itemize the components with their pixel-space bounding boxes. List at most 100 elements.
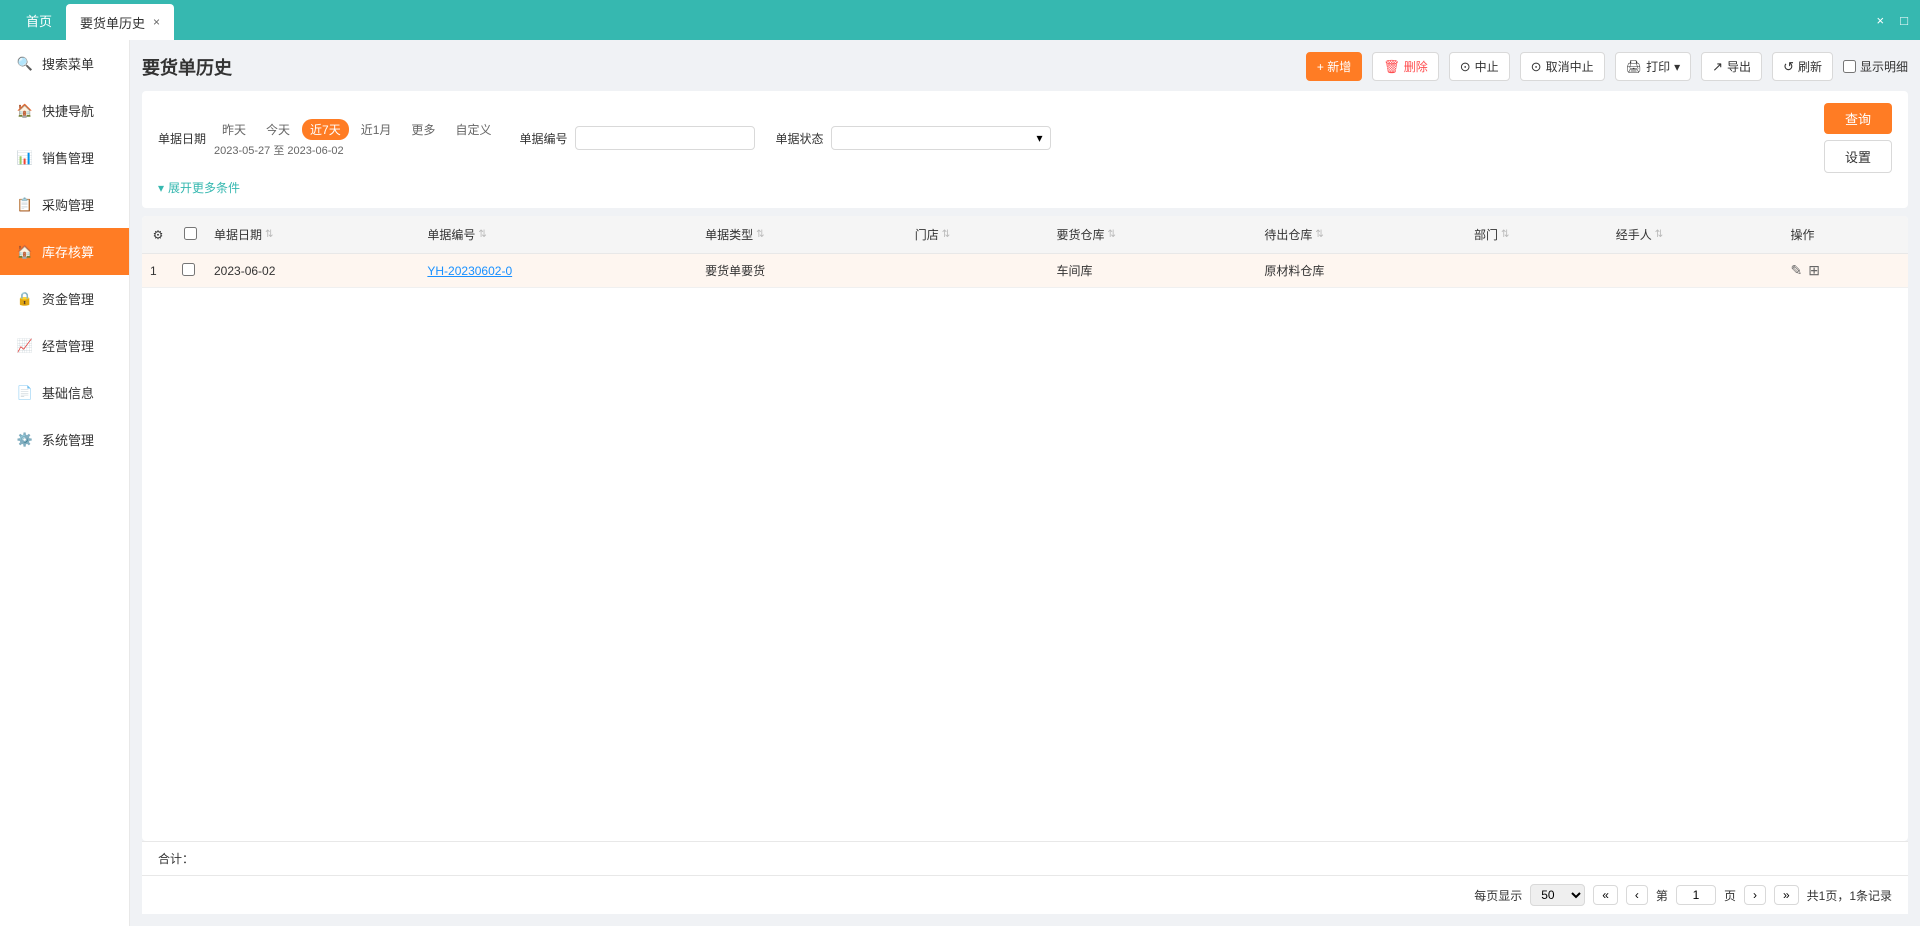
th-dept[interactable]: 部门 ⇅: [1466, 216, 1608, 254]
shortcut-today[interactable]: 今天: [258, 119, 298, 140]
display-detail-label: 显示明细: [1860, 58, 1908, 75]
sidebar-item-operations-label: 经营管理: [42, 336, 94, 355]
row-select-checkbox[interactable]: [182, 263, 195, 276]
th-pending-warehouse[interactable]: 待出仓库 ⇅: [1256, 216, 1466, 254]
page-input[interactable]: [1676, 885, 1716, 905]
cancel-stop-button[interactable]: ⊙ 取消中止: [1520, 52, 1605, 81]
sidebar-item-search-menu[interactable]: 🔍 搜索菜单: [0, 40, 129, 87]
first-page-button[interactable]: «: [1593, 885, 1618, 905]
row-dept: [1466, 254, 1608, 288]
shortcut-custom[interactable]: 自定义: [447, 119, 499, 140]
refresh-button-label: 刷新: [1798, 58, 1822, 75]
print-button[interactable]: 🖨 打印 ▾: [1615, 52, 1692, 81]
sidebar: 🔍 搜索菜单 🏠 快捷导航 📊 销售管理 📋 采购管理 🏠 库存核算 🔒 资金管…: [0, 40, 130, 926]
prev-page-button[interactable]: ‹: [1626, 885, 1648, 905]
page-label: 第: [1656, 887, 1668, 904]
row-checkbox[interactable]: [174, 254, 206, 288]
delete-icon: 🗑: [1383, 59, 1400, 75]
tab-bill-history-label: 要货单历史: [80, 13, 145, 32]
sidebar-item-inventory-label: 库存核算: [42, 242, 94, 261]
footer-total-label: 合计：: [158, 852, 194, 866]
new-button[interactable]: + 新增: [1306, 52, 1362, 81]
th-bill-date-label: 单据日期: [214, 226, 262, 243]
th-bill-type[interactable]: 单据类型 ⇅: [697, 216, 907, 254]
sidebar-item-sales[interactable]: 📊 销售管理: [0, 134, 129, 181]
th-store[interactable]: 门店 ⇅: [907, 216, 1049, 254]
page-header: 要货单历史 + 新增 🗑 删除 ⊙ 中止 ⊙ 取消中止 🖨: [142, 52, 1908, 81]
date-range-text: 2023-05-27 至 2023-06-02: [214, 142, 499, 158]
th-bill-no[interactable]: 单据编号 ⇅: [419, 216, 697, 254]
tab-bill-history[interactable]: 要货单历史 ×: [66, 4, 174, 40]
row-store: [907, 254, 1049, 288]
query-button[interactable]: 查询: [1824, 103, 1892, 134]
sidebar-item-search-menu-label: 搜索菜单: [42, 54, 94, 73]
bill-status-filter-group: 单据状态 ▾: [775, 126, 1051, 150]
expand-icon: ▾: [158, 181, 164, 195]
shortcut-7days[interactable]: 近7天: [302, 119, 349, 140]
print-icon: 🖨: [1626, 59, 1643, 75]
expand-conditions-button[interactable]: ▾ 展开更多条件: [158, 179, 1892, 196]
sort-req-warehouse-icon: ⇅: [1107, 229, 1115, 240]
bill-no-input[interactable]: [575, 126, 755, 150]
setting-button[interactable]: 设置: [1824, 140, 1892, 173]
sidebar-item-basic-info[interactable]: 📄 基础信息: [0, 369, 129, 416]
row-detail-icon[interactable]: ⊞: [1808, 262, 1820, 279]
row-bill-date: 2023-06-02: [206, 254, 419, 288]
th-actions-label: 操作: [1791, 228, 1815, 242]
per-page-select[interactable]: 50 100 200: [1530, 884, 1585, 906]
shortcut-more[interactable]: 更多: [403, 119, 443, 140]
th-bill-date[interactable]: 单据日期 ⇅: [206, 216, 419, 254]
main-layout: 🔍 搜索菜单 🏠 快捷导航 📊 销售管理 📋 采购管理 🏠 库存核算 🔒 资金管…: [0, 40, 1920, 926]
search-menu-icon: 🔍: [16, 55, 34, 73]
date-shortcuts: 昨天 今天 近7天 近1月 更多 自定义: [214, 119, 499, 140]
next-page-button[interactable]: ›: [1744, 885, 1766, 905]
sidebar-item-inventory[interactable]: 🏠 库存核算: [0, 228, 129, 275]
sort-bill-type-icon: ⇅: [756, 229, 764, 240]
display-detail-checkbox-label[interactable]: 显示明细: [1843, 58, 1908, 75]
inventory-icon: 🏠: [16, 243, 34, 261]
bill-no-link[interactable]: YH-20230602-0: [427, 264, 512, 278]
bill-status-select[interactable]: ▾: [831, 126, 1051, 150]
row-handler: [1608, 254, 1783, 288]
window-maximize-icon[interactable]: □: [1900, 13, 1908, 28]
sort-bill-no-icon: ⇅: [478, 229, 486, 240]
table-container: ⚙ 单据日期 ⇅ 单据编号 ⇅: [142, 216, 1908, 914]
display-detail-checkbox[interactable]: [1843, 60, 1856, 73]
window-close-icon[interactable]: ×: [1877, 13, 1885, 28]
sidebar-item-system[interactable]: ⚙️ 系统管理: [0, 416, 129, 463]
th-settings[interactable]: ⚙: [142, 216, 174, 254]
shortcut-yesterday[interactable]: 昨天: [214, 119, 254, 140]
stop-button[interactable]: ⊙ 中止: [1449, 52, 1510, 81]
sidebar-item-quick-nav[interactable]: 🏠 快捷导航: [0, 87, 129, 134]
row-index: 1: [142, 254, 174, 288]
filter-area: 单据日期 昨天 今天 近7天 近1月 更多 自定义 2023-05-27 至 2…: [142, 91, 1908, 208]
per-page-label: 每页显示: [1474, 887, 1522, 904]
finance-icon: 🔒: [16, 290, 34, 308]
row-bill-no[interactable]: YH-20230602-0: [419, 254, 697, 288]
sort-store-icon: ⇅: [942, 229, 950, 240]
row-edit-icon[interactable]: ✎: [1791, 262, 1803, 279]
last-page-button[interactable]: »: [1774, 885, 1799, 905]
tab-home[interactable]: 首页: [12, 0, 66, 40]
export-icon: ↗: [1712, 59, 1723, 75]
sidebar-item-finance[interactable]: 🔒 资金管理: [0, 275, 129, 322]
tab-close-icon[interactable]: ×: [153, 15, 160, 29]
table-header-row: ⚙ 单据日期 ⇅ 单据编号 ⇅: [142, 216, 1908, 254]
toolbar: + 新增 🗑 删除 ⊙ 中止 ⊙ 取消中止 🖨 打印 ▾: [1306, 52, 1908, 81]
action-buttons: ✎ ⊞: [1791, 262, 1900, 279]
refresh-button[interactable]: ↺ 刷新: [1772, 52, 1833, 81]
sidebar-item-purchase[interactable]: 📋 采购管理: [0, 181, 129, 228]
top-bar: 首页 要货单历史 × × □: [0, 0, 1920, 40]
export-button[interactable]: ↗ 导出: [1701, 52, 1762, 81]
total-info: 共1页，1条记录: [1807, 887, 1892, 904]
th-store-label: 门店: [915, 226, 939, 243]
select-all-checkbox[interactable]: [184, 227, 197, 240]
row-bill-type: 要货单要货: [697, 254, 907, 288]
shortcut-1month[interactable]: 近1月: [353, 119, 400, 140]
th-req-warehouse[interactable]: 要货仓库 ⇅: [1048, 216, 1256, 254]
sidebar-item-operations[interactable]: 📈 经营管理: [0, 322, 129, 369]
new-button-label: + 新增: [1317, 58, 1351, 75]
sidebar-item-finance-label: 资金管理: [42, 289, 94, 308]
delete-button[interactable]: 🗑 删除: [1372, 52, 1439, 81]
th-handler[interactable]: 经手人 ⇅: [1608, 216, 1783, 254]
